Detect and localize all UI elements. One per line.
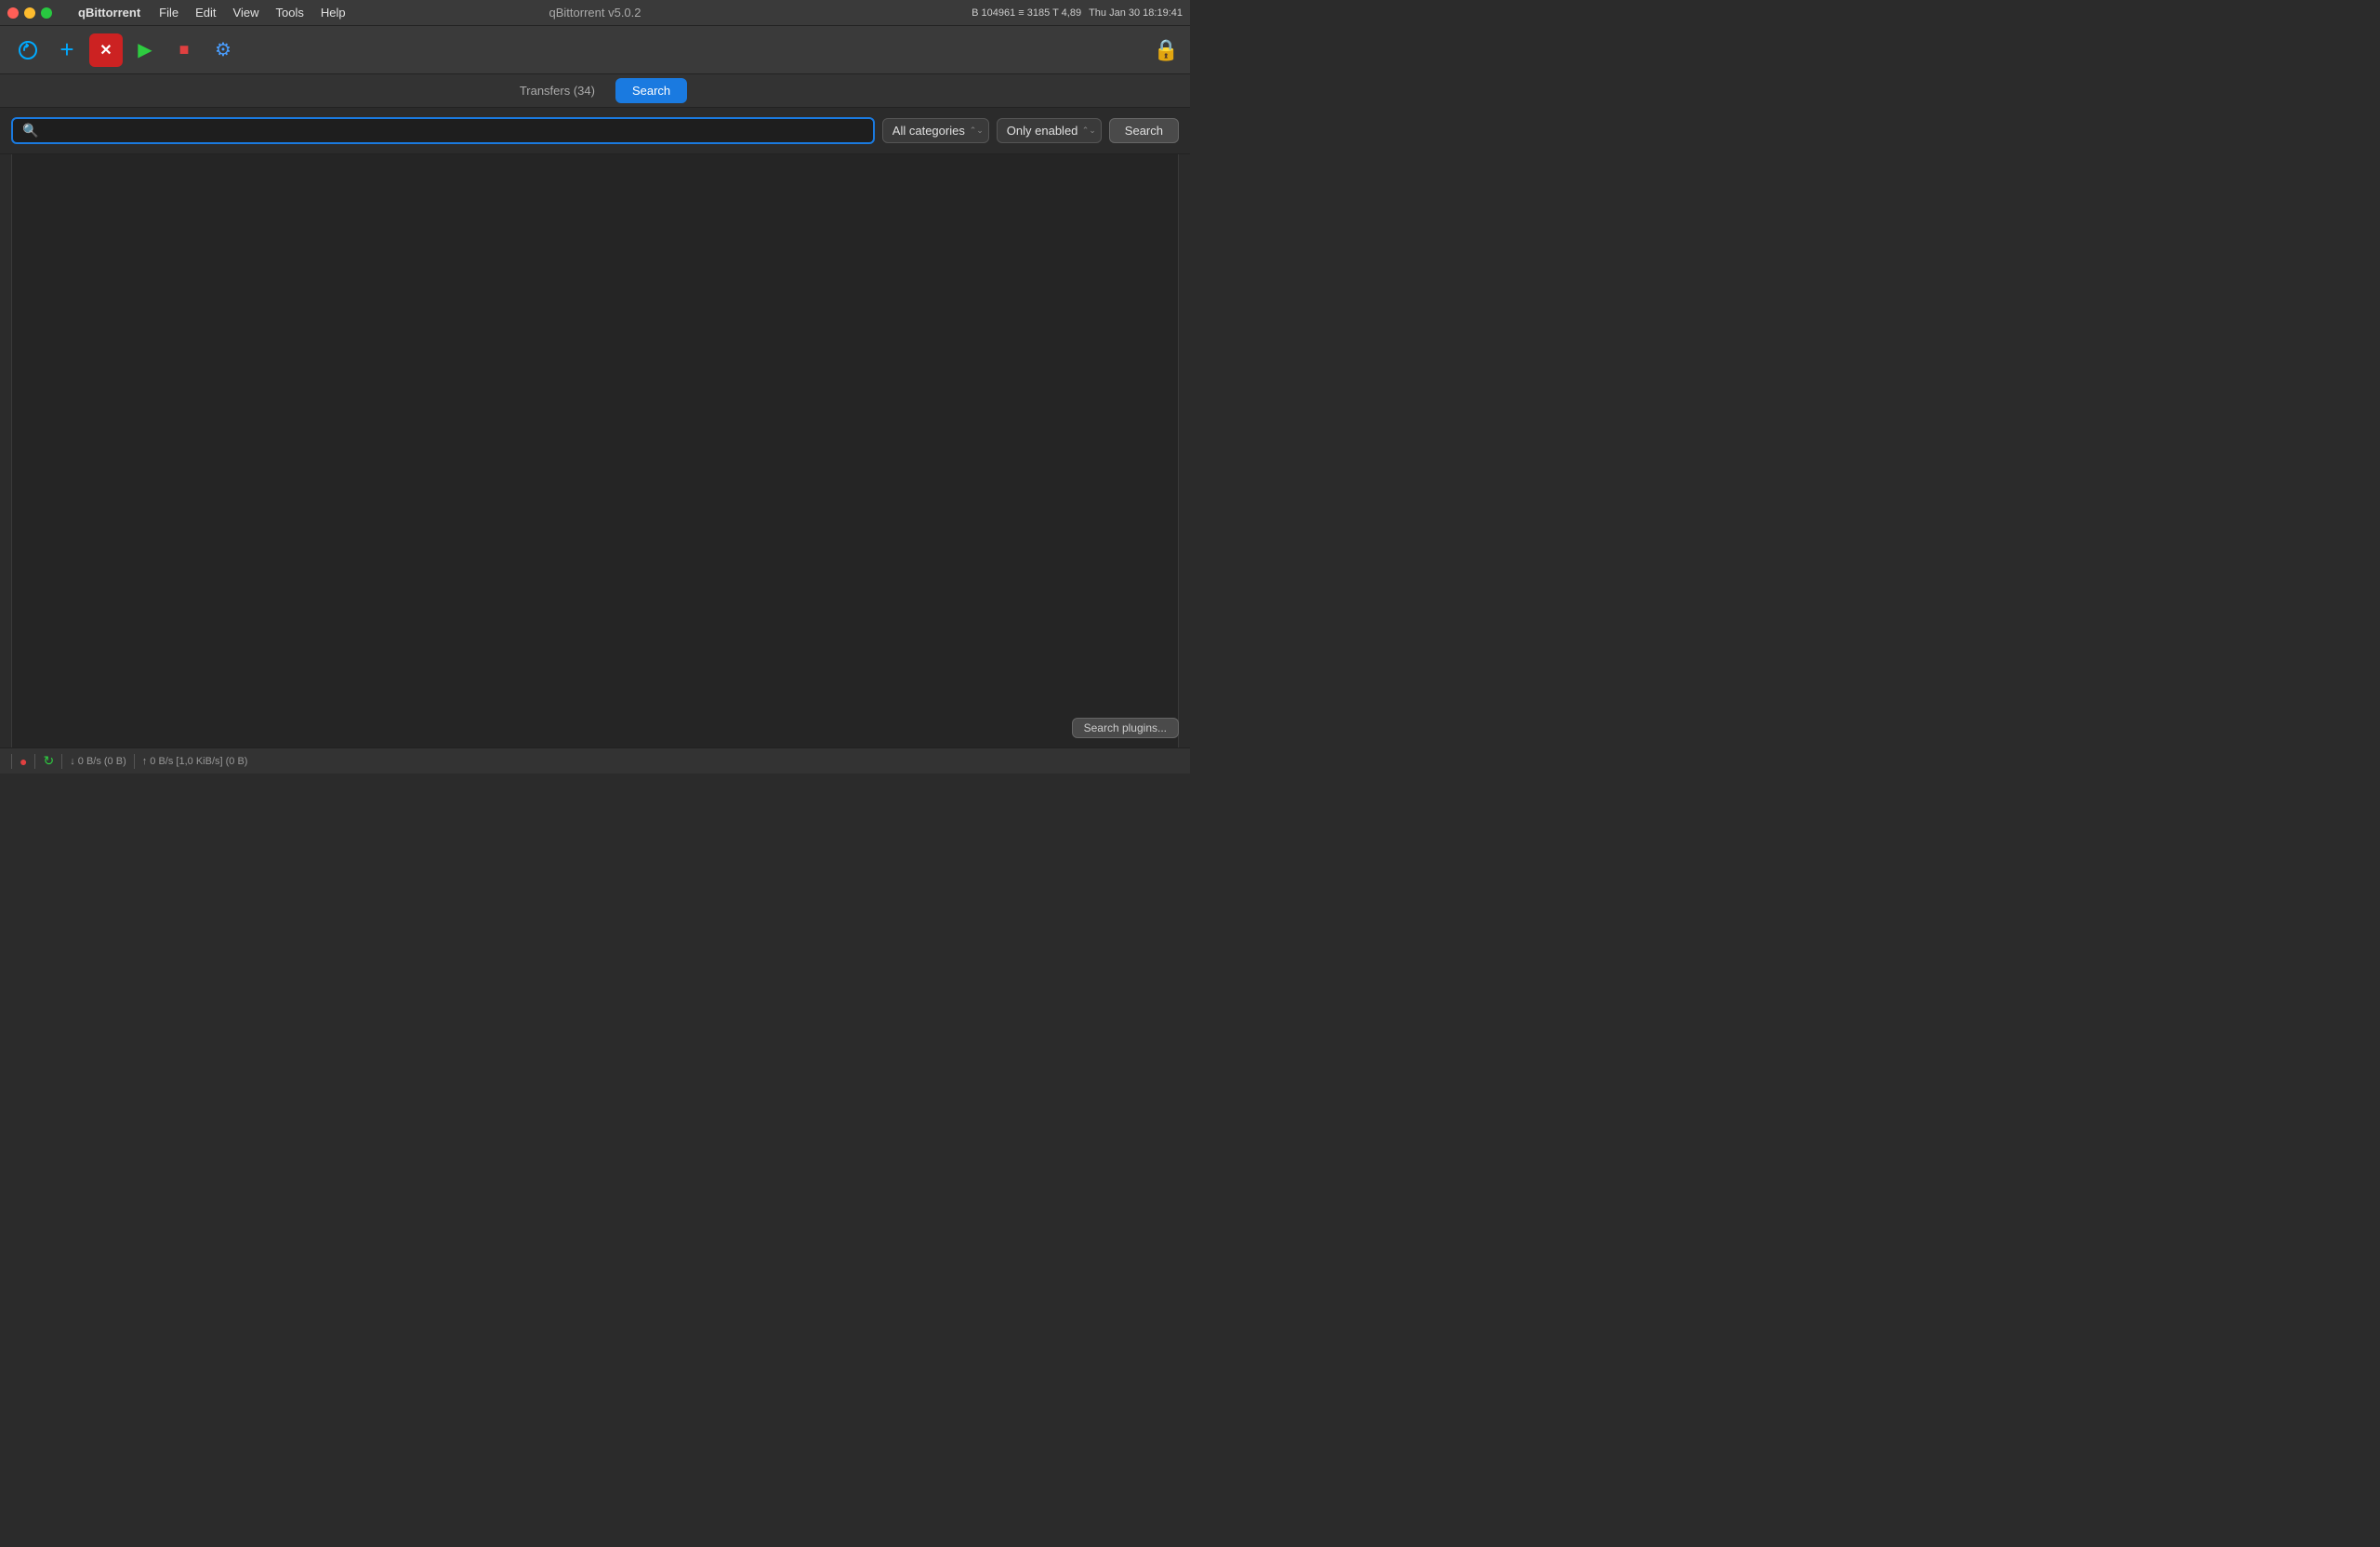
tab-transfers[interactable]: Transfers (34) xyxy=(503,78,612,103)
menu-file[interactable]: File xyxy=(159,6,178,20)
preferences-button[interactable]: ⚙ xyxy=(206,33,240,67)
download-speed: ↓ 0 B/s (0 B) xyxy=(70,756,126,767)
delete-button[interactable]: ✕ xyxy=(89,33,123,67)
close-button[interactable] xyxy=(7,7,19,19)
minimize-button[interactable] xyxy=(24,7,35,19)
resume-button[interactable] xyxy=(11,33,45,67)
menu-view[interactable]: View xyxy=(233,6,259,20)
search-button[interactable]: Search xyxy=(1109,118,1179,143)
statusbar: ● ↻ ↓ 0 B/s (0 B) ↑ 0 B/s [1,0 KiB/s] (0… xyxy=(0,747,1190,774)
add-torrent-button[interactable]: + xyxy=(50,33,84,67)
search-area: 🔍 All categories Movies TV Music Games S… xyxy=(0,108,1190,154)
titlebar-right: B 104961 ≡ 3185 T 4,89 Thu Jan 30 18:19:… xyxy=(972,7,1183,19)
traffic-lights xyxy=(7,7,52,19)
upload-speed: ↑ 0 B/s [1,0 KiB/s] (0 B) xyxy=(142,756,248,767)
window-title: qBittorrent v5.0.2 xyxy=(549,6,641,20)
search-input[interactable] xyxy=(44,124,863,138)
titlebar: qBittorrent File Edit View Tools Help qB… xyxy=(0,0,1190,26)
category-select[interactable]: All categories Movies TV Music Games Sof… xyxy=(882,118,989,143)
filter-select[interactable]: Only enabled All plugins xyxy=(997,118,1102,143)
menu-tools[interactable]: Tools xyxy=(275,6,303,20)
lock-icon: 🔒 xyxy=(1154,38,1179,62)
titlebar-left: qBittorrent File Edit View Tools Help xyxy=(7,6,357,20)
search-input-wrap: 🔍 xyxy=(11,117,875,144)
tab-search[interactable]: Search xyxy=(615,78,687,103)
toolbar: + ✕ ▶ ■ ⚙ 🔒 xyxy=(0,26,1190,74)
play-button[interactable]: ▶ xyxy=(128,33,162,67)
error-status-icon: ● xyxy=(20,754,27,769)
main-content-area xyxy=(11,154,1179,774)
app-name-label: qBittorrent xyxy=(78,6,140,20)
category-select-wrap: All categories Movies TV Music Games Sof… xyxy=(882,118,989,143)
tabbar: Transfers (34) Search xyxy=(0,74,1190,108)
network-status-icon: ↻ xyxy=(43,753,54,769)
menu-edit[interactable]: Edit xyxy=(195,6,216,20)
stop-button[interactable]: ■ xyxy=(167,33,201,67)
datetime-label: Thu Jan 30 18:19:41 xyxy=(1089,7,1183,19)
filter-select-wrap: Only enabled All plugins xyxy=(997,118,1102,143)
system-stats: B 104961 ≡ 3185 T 4,89 xyxy=(972,7,1081,19)
search-icon: 🔍 xyxy=(22,123,38,139)
maximize-button[interactable] xyxy=(41,7,52,19)
search-plugins-button[interactable]: Search plugins... xyxy=(1072,718,1179,738)
menu-help[interactable]: Help xyxy=(321,6,346,20)
